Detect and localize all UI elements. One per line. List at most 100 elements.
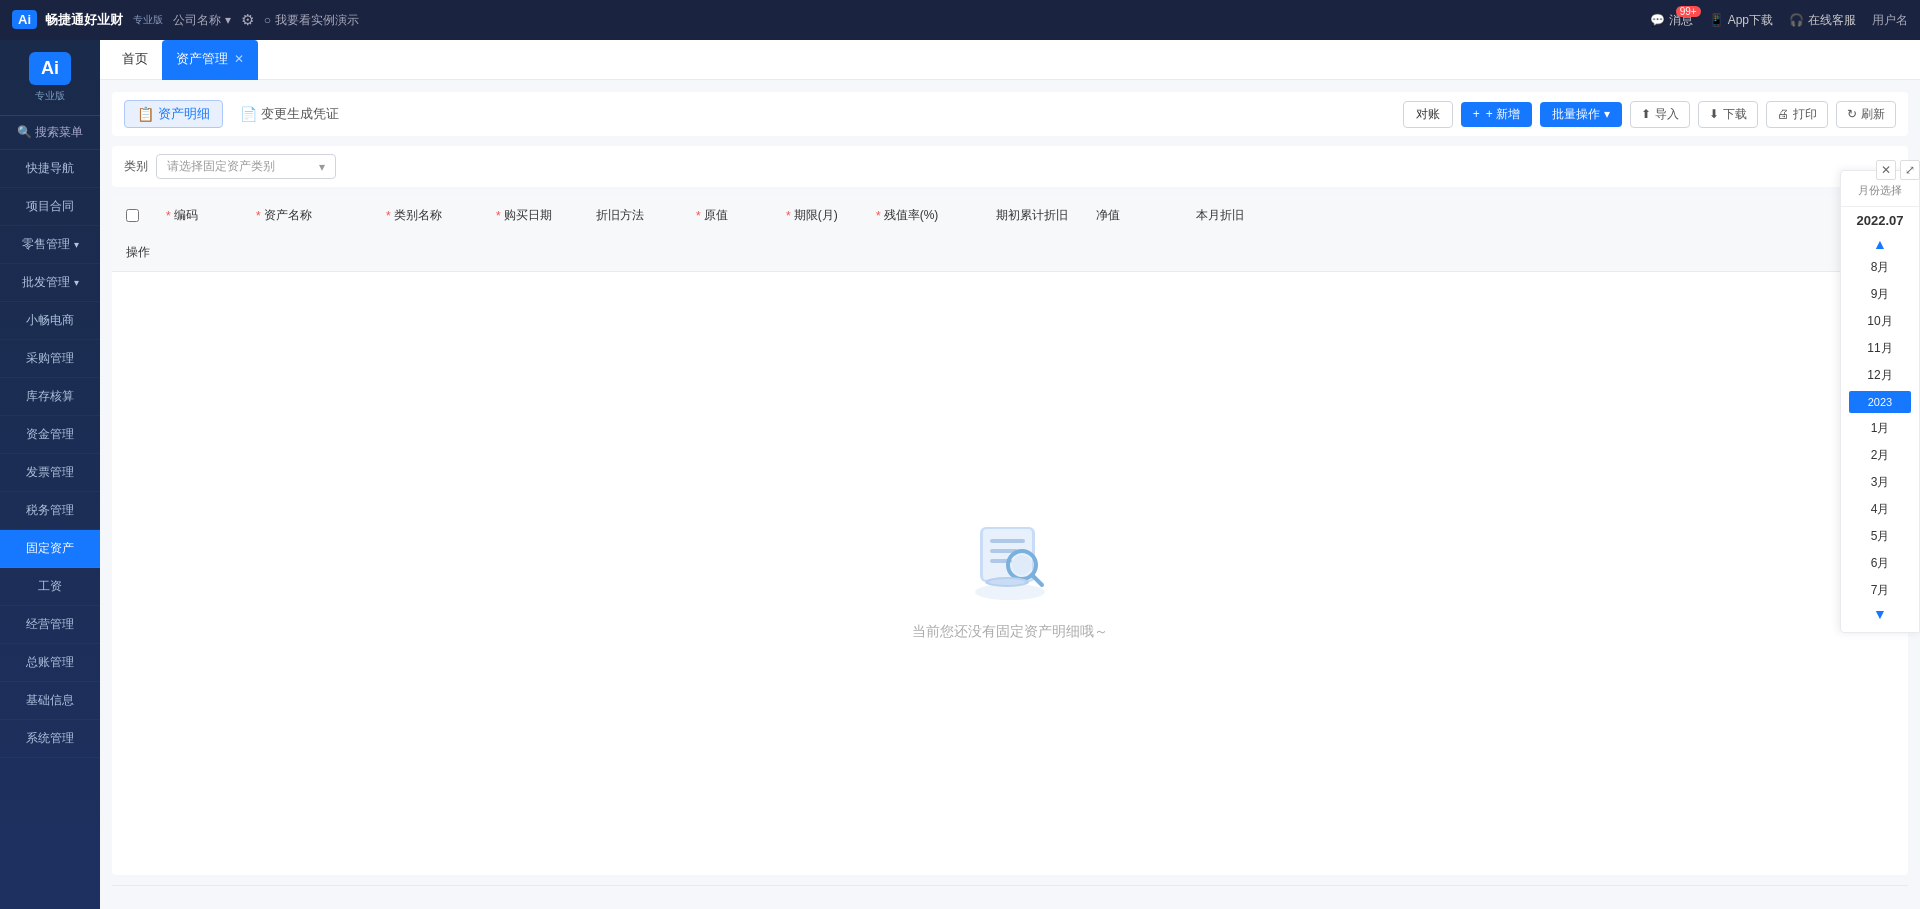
add-button[interactable]: + + 新增 [1461, 102, 1532, 127]
search-label: 搜索菜单 [35, 125, 83, 139]
sub-tab-bar: 📋 资产明细 📄 变更生成凭证 对账 + + 新增 批量操作 [112, 92, 1908, 136]
sidebar: Ai 专业版 🔍 搜索菜单 快捷导航 项目合同 零售管理 ▾ 批发管理 ▾ 小畅… [0, 40, 100, 909]
month-item-11[interactable]: 11月 [1841, 335, 1919, 362]
top-bar: Ai 畅捷通好业财 专业版 公司名称 ▾ ⚙ ○ 我要看实例演示 💬 消息 99… [0, 0, 1920, 40]
sidebar-item-basic[interactable]: 基础信息 [0, 682, 100, 720]
th-purchase-date: * 购买日期 [490, 197, 590, 234]
chevron-down-icon: ▾ [74, 239, 79, 250]
tab-home[interactable]: 首页 [108, 40, 162, 80]
sidebar-item-system[interactable]: 系统管理 [0, 720, 100, 758]
tab-bar: 首页 资产管理 ✕ [100, 40, 1920, 80]
month-scroll-up[interactable]: ▲ [1841, 234, 1919, 254]
close-panel-button[interactable]: ✕ [1876, 160, 1896, 180]
resize-panel-button[interactable]: ⤢ [1900, 160, 1920, 180]
sidebar-item-tax[interactable]: 税务管理 [0, 492, 100, 530]
tab-asset-mgmt-label: 资产管理 [176, 50, 228, 68]
sidebar-edition: 专业版 [8, 89, 92, 103]
month-item-6[interactable]: 6月 [1841, 550, 1919, 577]
chevron-down-icon: ▾ [1604, 107, 1610, 121]
tax-label: 税务管理 [26, 502, 74, 519]
service-label: 在线客服 [1808, 12, 1856, 29]
import-label: 导入 [1655, 106, 1679, 123]
sidebar-item-quicknav[interactable]: 快捷导航 [0, 150, 100, 188]
refresh-label: 刷新 [1861, 106, 1885, 123]
category-select[interactable]: 请选择固定资产类别 ▾ [156, 154, 336, 179]
quicknav-label: 快捷导航 [26, 160, 74, 177]
company-dropdown[interactable]: 公司名称 ▾ [173, 12, 231, 29]
month-item-2[interactable]: 2月 [1841, 442, 1919, 469]
sidebar-item-payroll[interactable]: 工资 [0, 568, 100, 606]
message-badge: 99+ [1676, 6, 1701, 17]
month-item-12[interactable]: 12月 [1841, 362, 1919, 389]
batch-button[interactable]: 批量操作 ▾ [1540, 102, 1622, 127]
month-item-10[interactable]: 10月 [1841, 308, 1919, 335]
fixed-assets-label: 固定资产 [26, 540, 74, 557]
system-label: 系统管理 [26, 730, 74, 747]
month-item-8[interactable]: 8月 [1841, 254, 1919, 281]
month-item-4[interactable]: 4月 [1841, 496, 1919, 523]
message-button[interactable]: 💬 消息 99+ [1650, 12, 1693, 29]
month-scroll-down[interactable]: ▼ [1841, 604, 1919, 624]
sidebar-item-project[interactable]: 项目合同 [0, 188, 100, 226]
sidebar-item-inventory[interactable]: 库存核算 [0, 378, 100, 416]
demo-link[interactable]: ○ 我要看实例演示 [264, 12, 359, 29]
purchase-label: 采购管理 [26, 350, 74, 367]
select-all-checkbox[interactable] [126, 209, 139, 222]
th-residual-rate: * 残值率(%) [870, 197, 990, 234]
year-2023[interactable]: 2023 [1849, 391, 1911, 413]
col-original-value-label: 原值 [704, 207, 728, 224]
month-item-1[interactable]: 1月 [1841, 415, 1919, 442]
sidebar-item-fixed-assets[interactable]: 固定资产 [0, 530, 100, 568]
sidebar-item-invoice[interactable]: 发票管理 [0, 454, 100, 492]
app-download-label: App下载 [1728, 12, 1773, 29]
refresh-icon: ↻ [1847, 107, 1857, 121]
print-icon: 🖨 [1777, 107, 1789, 121]
print-button[interactable]: 🖨 打印 [1766, 101, 1828, 128]
sidebar-item-purchase[interactable]: 采购管理 [0, 340, 100, 378]
svg-rect-3 [990, 539, 1025, 543]
sidebar-item-retail[interactable]: 零售管理 ▾ [0, 226, 100, 264]
table-empty-state: 当前您还没有固定资产明细哦～ [112, 272, 1908, 875]
month-item-7[interactable]: 7月 [1841, 577, 1919, 604]
month-item-3[interactable]: 3月 [1841, 469, 1919, 496]
settings-icon[interactable]: ⚙ [241, 11, 254, 29]
retail-label: 零售管理 [22, 236, 70, 253]
tab-asset-mgmt[interactable]: 资产管理 ✕ [162, 40, 258, 80]
bottom-scrollbar[interactable] [112, 885, 1908, 897]
user-menu[interactable]: 用户名 [1872, 12, 1908, 29]
required-mark: * [696, 209, 701, 223]
sidebar-item-finance[interactable]: 资金管理 [0, 416, 100, 454]
sub-tab-asset-detail[interactable]: 📋 资产明细 [124, 100, 223, 128]
app-brand: Ai 畅捷通好业财 [12, 11, 123, 29]
download-button[interactable]: ⬇ 下载 [1698, 101, 1758, 128]
month-item-5[interactable]: 5月 [1841, 523, 1919, 550]
app-download-button[interactable]: 📱 App下载 [1709, 12, 1773, 29]
page-content: 📋 资产明细 📄 变更生成凭证 对账 + + 新增 批量操作 [100, 80, 1920, 909]
col-monthly-dep-label: 本月折旧 [1196, 207, 1244, 224]
service-button[interactable]: 🎧 在线客服 [1789, 12, 1856, 29]
required-mark: * [386, 209, 391, 223]
svg-line-8 [1032, 575, 1042, 585]
import-button[interactable]: ⬆ 导入 [1630, 101, 1690, 128]
sidebar-item-wholesale[interactable]: 批发管理 ▾ [0, 264, 100, 302]
list-icon: 📋 [137, 106, 154, 122]
tab-close-icon[interactable]: ✕ [234, 52, 244, 66]
refresh-button[interactable]: ↻ 刷新 [1836, 101, 1896, 128]
reconcile-button[interactable]: 对账 [1403, 101, 1453, 128]
brand-name: 畅捷通好业财 [45, 12, 123, 27]
th-checkbox[interactable] [120, 197, 160, 234]
category-filter-label: 类别 [124, 158, 148, 175]
sidebar-item-ledger[interactable]: 总账管理 [0, 644, 100, 682]
batch-label: 批量操作 [1552, 106, 1600, 123]
svg-point-10 [989, 579, 1025, 585]
sidebar-item-management[interactable]: 经营管理 [0, 606, 100, 644]
col-dep-method-label: 折旧方法 [596, 207, 644, 224]
download-label: 下载 [1723, 106, 1747, 123]
sidebar-search[interactable]: 🔍 搜索菜单 [0, 116, 100, 150]
sidebar-item-ecommerce[interactable]: 小畅电商 [0, 302, 100, 340]
sub-tab-change-voucher[interactable]: 📄 变更生成凭证 [227, 100, 352, 128]
month-item-9[interactable]: 9月 [1841, 281, 1919, 308]
plus-icon: + [1473, 107, 1480, 121]
required-mark: * [166, 209, 171, 223]
headset-icon: 🎧 [1789, 13, 1804, 27]
